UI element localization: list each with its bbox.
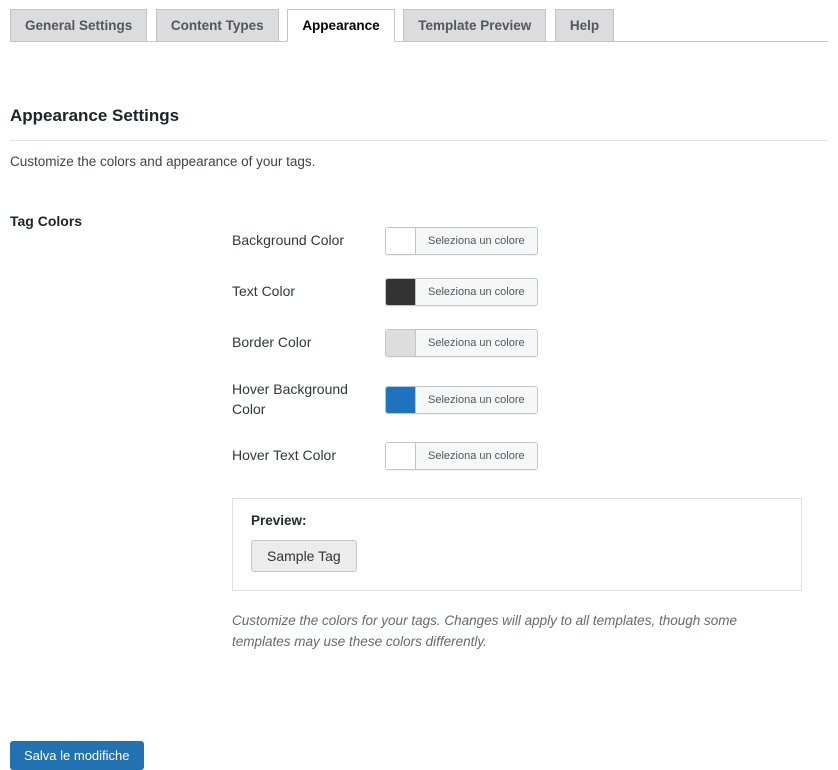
settings-page: General Settings Content Types Appearanc…: [0, 0, 838, 770]
tab-template-preview[interactable]: Template Preview: [403, 9, 547, 42]
background-color-swatch[interactable]: [386, 228, 416, 254]
hover-text-color-label: Hover Text Color: [232, 447, 337, 464]
field-row-hover-background-color: Hover Background Color Seleziona un colo…: [232, 380, 828, 419]
field-row-text-color: Text Color Seleziona un colore: [232, 278, 828, 306]
text-color-picker[interactable]: Seleziona un colore: [385, 278, 538, 306]
tab-content-types[interactable]: Content Types: [155, 9, 279, 42]
border-color-swatch[interactable]: [386, 330, 416, 356]
hover-text-color-swatch[interactable]: [386, 443, 416, 470]
hover-text-color-picker[interactable]: Seleziona un colore: [385, 442, 538, 471]
hover-background-color-picker-button[interactable]: Seleziona un colore: [416, 386, 537, 413]
hover-background-color-label: Hover Background Color: [232, 381, 348, 417]
tab-general-settings[interactable]: General Settings: [10, 9, 148, 42]
field-row-border-color: Border Color Seleziona un colore: [232, 329, 828, 357]
text-color-picker-button[interactable]: Seleziona un colore: [416, 279, 537, 305]
tag-colors-fields: Background Color Seleziona un colore Tex…: [232, 213, 828, 653]
border-color-label: Border Color: [232, 334, 312, 351]
border-color-picker[interactable]: Seleziona un colore: [385, 329, 538, 357]
hover-background-color-swatch[interactable]: [386, 386, 416, 413]
sample-tag: Sample Tag: [251, 540, 357, 573]
preview-label: Preview:: [251, 513, 307, 529]
section-description: Customize the colors and appearance of y…: [10, 154, 316, 169]
text-color-label: Text Color: [232, 283, 296, 300]
hover-text-color-picker-button[interactable]: Seleziona un colore: [416, 443, 537, 470]
submit-row: Salva le modifiche: [10, 741, 828, 770]
group-label-tag-colors: Tag Colors: [10, 213, 83, 229]
save-button[interactable]: Salva le modifiche: [10, 741, 144, 770]
tab-bar: General Settings Content Types Appearanc…: [10, 0, 828, 42]
appearance-form: Tag Colors Background Color Seleziona un…: [10, 213, 828, 653]
field-row-hover-text-color: Hover Text Color Seleziona un colore: [232, 442, 828, 471]
tab-help[interactable]: Help: [554, 9, 615, 42]
page-title: Appearance Settings: [10, 106, 828, 141]
background-color-picker-button[interactable]: Seleziona un colore: [416, 228, 537, 254]
background-color-label: Background Color: [232, 232, 345, 249]
border-color-picker-button[interactable]: Seleziona un colore: [416, 330, 537, 356]
field-row-background-color: Background Color Seleziona un colore: [232, 227, 828, 255]
hover-background-color-picker[interactable]: Seleziona un colore: [385, 385, 538, 414]
preview-box: Preview: Sample Tag: [232, 498, 802, 592]
tab-appearance[interactable]: Appearance: [287, 9, 395, 42]
text-color-swatch[interactable]: [386, 279, 416, 305]
background-color-picker[interactable]: Seleziona un colore: [385, 227, 538, 255]
help-text: Customize the colors for your tags. Chan…: [232, 613, 737, 650]
